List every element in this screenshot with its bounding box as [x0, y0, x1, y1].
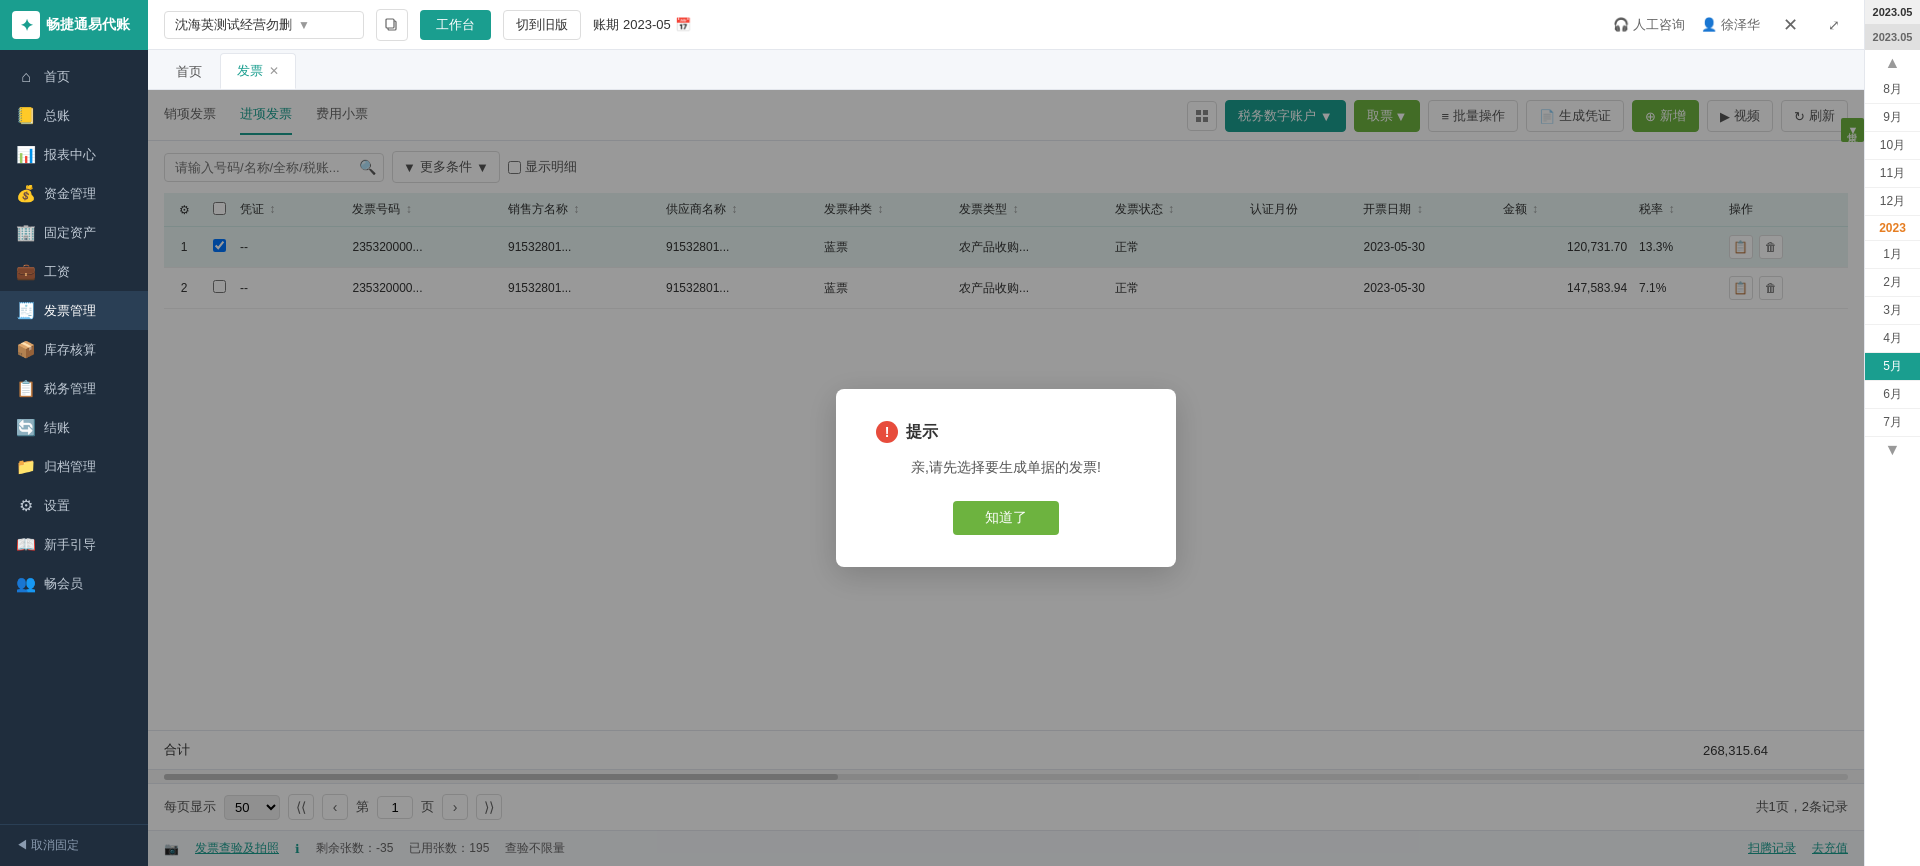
reports-icon: 📊: [16, 145, 36, 164]
sidebar-item-settlement[interactable]: 🔄 结账: [0, 408, 148, 447]
period-value: 2023-05: [623, 17, 671, 32]
sidebar-nav: ⌂ 首页 📒 总账 📊 报表中心 💰 资金管理 🏢 固定资产 💼 工资 🧾 发票…: [0, 50, 148, 824]
sidebar-item-label: 固定资产: [44, 224, 96, 242]
service-button[interactable]: 🎧 人工咨询: [1613, 16, 1685, 34]
sidebar-item-guide[interactable]: 📖 新手引导: [0, 525, 148, 564]
user-icon: 👤: [1701, 17, 1717, 32]
top-header: 沈海英测试经营勿删 ▼ 工作台 切到旧版 账期 2023-05 📅 🎧 人工咨询…: [148, 0, 1864, 50]
calendar-icon[interactable]: 📅: [675, 17, 691, 32]
sidebar-item-invoice[interactable]: 🧾 发票管理: [0, 291, 148, 330]
home-icon: ⌂: [16, 68, 36, 86]
sidebar-item-archive[interactable]: 📁 归档管理: [0, 447, 148, 486]
modal-title: 提示: [906, 422, 938, 443]
sidebar-item-label: 结账: [44, 419, 70, 437]
sidebar-item-capital[interactable]: 💰 资金管理: [0, 174, 148, 213]
sidebar-item-assets[interactable]: 🏢 固定资产: [0, 213, 148, 252]
modal-overlay: ! 提示 亲,请先选择要生成单据的发票! 知道了: [148, 90, 1864, 866]
sidebar-item-label: 工资: [44, 263, 70, 281]
period-year-header: 2023.05: [1865, 0, 1920, 25]
period-year-2023[interactable]: 2023: [1865, 216, 1920, 241]
sidebar-item-reports[interactable]: 📊 报表中心: [0, 135, 148, 174]
modal-box: ! 提示 亲,请先选择要生成单据的发票! 知道了: [836, 389, 1176, 567]
user-profile[interactable]: 👤 徐泽华: [1701, 16, 1760, 34]
capital-icon: 💰: [16, 184, 36, 203]
sidebar-item-label: 库存核算: [44, 341, 96, 359]
assets-icon: 🏢: [16, 223, 36, 242]
salary-icon: 💼: [16, 262, 36, 281]
modal-message: 亲,请先选择要生成单据的发票!: [911, 459, 1101, 477]
tab-bar: 首页 发票 ✕: [148, 50, 1864, 90]
sidebar-item-label: 畅会员: [44, 575, 83, 593]
period-info: 账期 2023-05 📅: [593, 16, 691, 34]
period-month-header: 2023.05: [1865, 25, 1920, 50]
period-1[interactable]: 1月: [1865, 241, 1920, 269]
period-4[interactable]: 4月: [1865, 325, 1920, 353]
settlement-icon: 🔄: [16, 418, 36, 437]
sidebar-item-label: 归档管理: [44, 458, 96, 476]
modal-title-row: ! 提示: [876, 421, 938, 443]
tax-icon: 📋: [16, 379, 36, 398]
headset-icon: 🎧: [1613, 17, 1629, 32]
main-area: 沈海英测试经营勿删 ▼ 工作台 切到旧版 账期 2023-05 📅 🎧 人工咨询…: [148, 0, 1864, 866]
sidebar-item-tax[interactable]: 📋 税务管理: [0, 369, 148, 408]
ledger-icon: 📒: [16, 106, 36, 125]
modal-warning-icon: !: [876, 421, 898, 443]
page-content: 销项发票 进项发票 费用小票 税务数字账户 ▼ 取票 ▼ ≡ 批量操作: [148, 90, 1864, 866]
period-7[interactable]: 7月: [1865, 409, 1920, 437]
sidebar-item-label: 税务管理: [44, 380, 96, 398]
invoice-icon: 🧾: [16, 301, 36, 320]
period-9[interactable]: 9月: [1865, 104, 1920, 132]
guide-icon: 📖: [16, 535, 36, 554]
period-2[interactable]: 2月: [1865, 269, 1920, 297]
window-close-button[interactable]: ✕: [1776, 11, 1804, 39]
period-scroll-up[interactable]: ▲: [1865, 50, 1920, 76]
sidebar-item-salary[interactable]: 💼 工资: [0, 252, 148, 291]
sidebar-unpin-button[interactable]: ◀ 取消固定: [0, 824, 148, 866]
sidebar-item-label: 设置: [44, 497, 70, 515]
svg-rect-1: [386, 19, 394, 28]
tab-close-icon[interactable]: ✕: [269, 64, 279, 78]
company-selector[interactable]: 沈海英测试经营勿删 ▼: [164, 11, 364, 39]
sidebar-item-label: 发票管理: [44, 302, 96, 320]
sidebar-item-settings[interactable]: ⚙ 设置: [0, 486, 148, 525]
sidebar-logo: ✦ 畅捷通易代账: [0, 0, 148, 50]
sidebar-item-home[interactable]: ⌂ 首页: [0, 58, 148, 96]
tab-invoice[interactable]: 发票 ✕: [220, 53, 296, 89]
workbench-button[interactable]: 工作台: [420, 10, 491, 40]
period-12[interactable]: 12月: [1865, 188, 1920, 216]
sidebar-item-inventory[interactable]: 📦 库存核算: [0, 330, 148, 369]
period-8[interactable]: 8月: [1865, 76, 1920, 104]
period-10[interactable]: 10月: [1865, 132, 1920, 160]
settings-icon: ⚙: [16, 496, 36, 515]
sidebar-item-label: 首页: [44, 68, 70, 86]
modal-confirm-button[interactable]: 知道了: [953, 501, 1059, 535]
switch-version-button[interactable]: 切到旧版: [503, 10, 581, 40]
sidebar-item-label: 新手引导: [44, 536, 96, 554]
window-resize-button[interactable]: ⤢: [1820, 11, 1848, 39]
inventory-icon: 📦: [16, 340, 36, 359]
sidebar-item-label: 报表中心: [44, 146, 96, 164]
sidebar: ✦ 畅捷通易代账 ⌂ 首页 📒 总账 📊 报表中心 💰 资金管理 🏢 固定资产 …: [0, 0, 148, 866]
period-3[interactable]: 3月: [1865, 297, 1920, 325]
archive-icon: 📁: [16, 457, 36, 476]
period-6[interactable]: 6月: [1865, 381, 1920, 409]
company-copy-button[interactable]: [376, 9, 408, 41]
sidebar-item-member[interactable]: 👥 畅会员: [0, 564, 148, 603]
member-icon: 👥: [16, 574, 36, 593]
header-right: 🎧 人工咨询 👤 徐泽华 ✕ ⤢: [1613, 11, 1848, 39]
period-11[interactable]: 11月: [1865, 160, 1920, 188]
period-scroll-down[interactable]: ▼: [1865, 437, 1920, 463]
sidebar-item-label: 总账: [44, 107, 70, 125]
sidebar-item-ledger[interactable]: 📒 总账: [0, 96, 148, 135]
logo-text: 畅捷通易代账: [46, 16, 130, 34]
chevron-down-icon: ▼: [298, 18, 310, 32]
sidebar-item-label: 资金管理: [44, 185, 96, 203]
tab-home[interactable]: 首页: [160, 55, 218, 89]
period-5-active[interactable]: 5月: [1865, 353, 1920, 381]
company-name: 沈海英测试经营勿删: [175, 16, 292, 34]
logo-icon: ✦: [12, 11, 40, 39]
period-panel: 2023.05 2023.05 ▲ 8月 9月 10月 11月 12月 2023…: [1864, 0, 1920, 866]
